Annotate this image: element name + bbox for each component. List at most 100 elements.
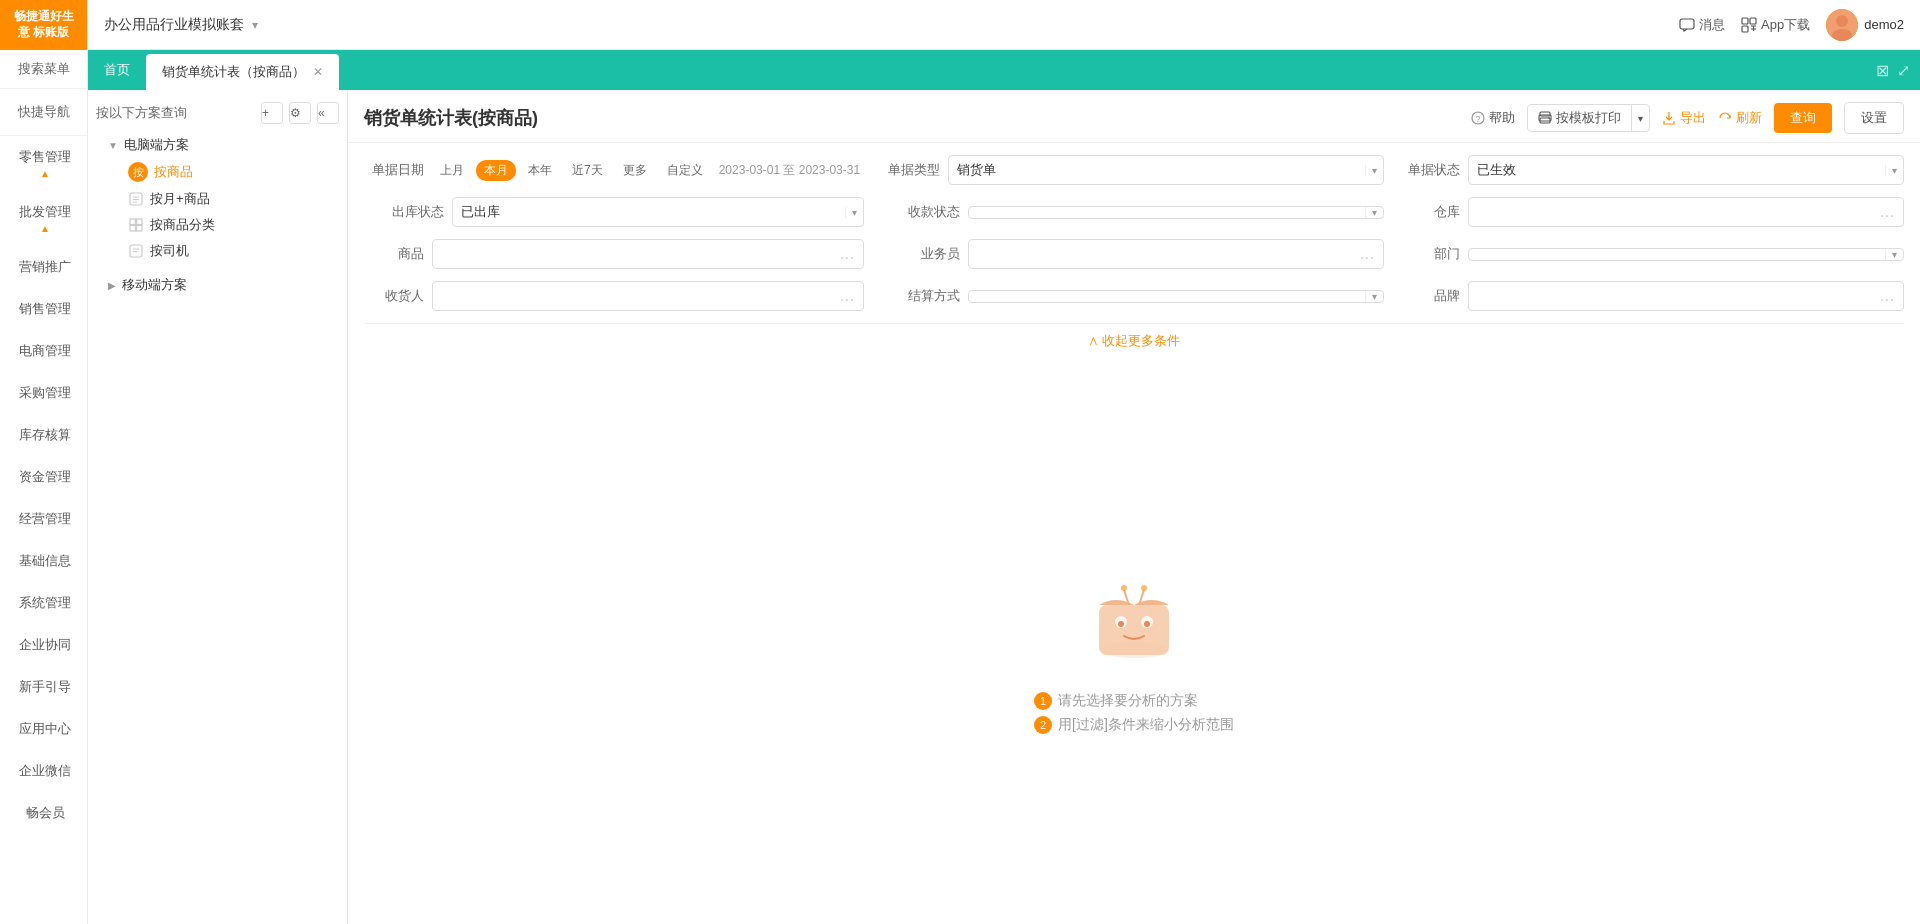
tab-close-icon[interactable]: ✕ bbox=[313, 66, 323, 78]
print-button[interactable]: 按模板打印 ▾ bbox=[1527, 104, 1650, 132]
date-tab-this-year[interactable]: 本年 bbox=[520, 160, 560, 181]
sidebar-item-marketing[interactable]: 营销推广 bbox=[0, 246, 87, 288]
sidebar-item-basic[interactable]: 基础信息 bbox=[0, 540, 87, 582]
export-button[interactable]: 导出 bbox=[1662, 109, 1706, 127]
settlement-dropdown[interactable]: ▾ bbox=[1365, 291, 1383, 302]
tree-child-by-category[interactable]: 按商品分类 bbox=[104, 212, 339, 238]
goods-input-wrapper[interactable]: … bbox=[432, 239, 864, 269]
warehouse-status-value: 已出库 bbox=[453, 198, 845, 226]
sidebar-item-newbie[interactable]: 新手引导 bbox=[0, 666, 87, 708]
receiver-input-wrapper[interactable]: … bbox=[432, 281, 864, 311]
app-download-button[interactable]: App下载 bbox=[1741, 16, 1810, 34]
add-scheme-button[interactable]: + bbox=[261, 102, 283, 124]
svg-rect-2 bbox=[1750, 18, 1756, 24]
sidebar-item-inventory[interactable]: 库存核算 bbox=[0, 414, 87, 456]
collapse-filters-button[interactable]: ∧ 收起更多条件 bbox=[364, 323, 1904, 358]
sidebar-item-member[interactable]: 畅会员 bbox=[0, 792, 87, 834]
app-download-label: App下载 bbox=[1761, 16, 1810, 34]
sidebar-item-system[interactable]: 系统管理 bbox=[0, 582, 87, 624]
left-filter-panel: 按以下方案查询 + ⚙ « ▼ 电脑端方案 按 按商品 bbox=[88, 90, 348, 924]
type-dropdown-icon[interactable]: ▾ bbox=[1365, 165, 1383, 176]
refresh-button[interactable]: 刷新 bbox=[1718, 109, 1762, 127]
warehouse-input-wrapper[interactable]: … bbox=[1468, 197, 1904, 227]
department-dropdown[interactable]: ▾ bbox=[1885, 249, 1903, 260]
sidebar-item-quicknav[interactable]: 快捷导航 bbox=[0, 89, 87, 136]
payment-status-dropdown[interactable]: ▾ bbox=[1365, 207, 1383, 218]
industry-dropdown-icon[interactable]: ▾ bbox=[252, 18, 258, 32]
settlement-select[interactable]: ▾ bbox=[968, 290, 1384, 303]
messages-icon bbox=[1679, 17, 1695, 33]
goods-dots[interactable]: … bbox=[839, 245, 855, 263]
sidebar-item-collab[interactable]: 企业协同 bbox=[0, 624, 87, 666]
type-select[interactable]: 销货单 ▾ bbox=[948, 155, 1384, 185]
user-menu[interactable]: demo2 bbox=[1826, 9, 1904, 41]
receiver-label: 收货人 bbox=[364, 287, 424, 305]
collapse-filters-label: ∧ 收起更多条件 bbox=[1088, 332, 1181, 350]
department-filter: 部门 ▾ bbox=[1400, 245, 1904, 263]
tree-mobile-parent[interactable]: ▶ 移动端方案 bbox=[104, 272, 339, 298]
messages-button[interactable]: 消息 bbox=[1679, 16, 1725, 34]
sidebar-item-wholesale[interactable]: 批发管理 ▲ bbox=[0, 191, 87, 246]
sidebar-item-purchase[interactable]: 采购管理 bbox=[0, 372, 87, 414]
date-tab-more[interactable]: 更多 bbox=[615, 160, 655, 181]
sidebar-newbie-label: 新手引导 bbox=[19, 679, 71, 694]
svg-rect-10 bbox=[130, 226, 136, 232]
empty-tip-2-text: 用[过滤]条件来缩小分析范围 bbox=[1058, 716, 1234, 734]
tree-child-icon-category bbox=[128, 217, 144, 233]
warehouse-dots[interactable]: … bbox=[1879, 203, 1895, 221]
tree-desktop-parent[interactable]: ▼ 电脑端方案 bbox=[104, 132, 339, 158]
receiver-dots[interactable]: … bbox=[839, 287, 855, 305]
collapse-panel-button[interactable]: « bbox=[317, 102, 339, 124]
status-dropdown-icon[interactable]: ▾ bbox=[1885, 165, 1903, 176]
settings-scheme-button[interactable]: ⚙ bbox=[289, 102, 311, 124]
help-button[interactable]: ? 帮助 bbox=[1471, 109, 1515, 127]
brand-input-wrapper[interactable]: … bbox=[1468, 281, 1904, 311]
payment-status-label: 收款状态 bbox=[880, 203, 960, 221]
department-select[interactable]: ▾ bbox=[1468, 248, 1904, 261]
sidebar-item-operation[interactable]: 经营管理 bbox=[0, 498, 87, 540]
date-tab-custom[interactable]: 自定义 bbox=[659, 160, 711, 181]
page-title: 销货单统计表(按商品) bbox=[364, 106, 538, 130]
query-button[interactable]: 查询 bbox=[1774, 103, 1832, 133]
date-tab-this-month[interactable]: 本月 bbox=[476, 160, 516, 181]
wholesale-arrow-icon: ▲ bbox=[40, 223, 50, 234]
warehouse-status-dropdown[interactable]: ▾ bbox=[845, 207, 863, 218]
status-select[interactable]: 已生效 ▾ bbox=[1468, 155, 1904, 185]
payment-status-select[interactable]: ▾ bbox=[968, 206, 1384, 219]
brand-dots[interactable]: … bbox=[1879, 287, 1895, 305]
sidebar-item-apps[interactable]: 应用中心 bbox=[0, 708, 87, 750]
svg-rect-3 bbox=[1742, 26, 1748, 32]
sidebar-item-retail[interactable]: 零售管理 ▲ bbox=[0, 136, 87, 191]
salesperson-label: 业务员 bbox=[880, 245, 960, 263]
sidebar-item-sales[interactable]: 销售管理 bbox=[0, 288, 87, 330]
date-range-text: 2023-03-01 至 2023-03-31 bbox=[719, 162, 860, 179]
empty-num-2: 2 bbox=[1034, 716, 1052, 734]
tree-child-by-month-goods[interactable]: 按月+商品 bbox=[104, 186, 339, 212]
tab-active[interactable]: 销货单统计表（按商品） ✕ bbox=[146, 54, 339, 90]
settings-button[interactable]: 设置 bbox=[1844, 102, 1904, 134]
warehouse-filter: 仓库 … bbox=[1400, 197, 1904, 227]
tree-child-by-driver[interactable]: 按司机 bbox=[104, 238, 339, 264]
date-tab-last-month[interactable]: 上月 bbox=[432, 160, 472, 181]
warehouse-status-select[interactable]: 已出库 ▾ bbox=[452, 197, 864, 227]
empty-state: 1 请先选择要分析的方案 2 用[过滤]条件来缩小分析范围 bbox=[348, 370, 1920, 924]
tab-resize-icon[interactable]: ⊠ ⤢ bbox=[1876, 61, 1910, 80]
tree-child-by-goods[interactable]: 按 按商品 bbox=[104, 158, 339, 186]
print-dropdown-arrow[interactable]: ▾ bbox=[1632, 109, 1649, 128]
sidebar-item-ecommerce[interactable]: 电商管理 bbox=[0, 330, 87, 372]
sidebar-finance-label: 资金管理 bbox=[19, 469, 71, 484]
tab-window-close[interactable]: ⊠ bbox=[1876, 61, 1889, 80]
sidebar-item-finance[interactable]: 资金管理 bbox=[0, 456, 87, 498]
salesperson-dots[interactable]: … bbox=[1359, 245, 1375, 263]
date-tab-7days[interactable]: 近7天 bbox=[564, 160, 611, 181]
salesperson-input-wrapper[interactable]: … bbox=[968, 239, 1384, 269]
warehouse-status-label: 出库状态 bbox=[364, 203, 444, 221]
sidebar-item-wechat[interactable]: 企业微信 bbox=[0, 750, 87, 792]
export-label: 导出 bbox=[1680, 109, 1706, 127]
sidebar-quicknav-label: 快捷导航 bbox=[0, 97, 87, 127]
settlement-filter: 结算方式 ▾ bbox=[880, 287, 1384, 305]
avatar-image bbox=[1826, 9, 1858, 41]
sidebar-item-search[interactable]: 搜索菜单 bbox=[0, 50, 87, 89]
tab-window-expand[interactable]: ⤢ bbox=[1897, 61, 1910, 80]
tab-home[interactable]: 首页 bbox=[88, 50, 146, 90]
